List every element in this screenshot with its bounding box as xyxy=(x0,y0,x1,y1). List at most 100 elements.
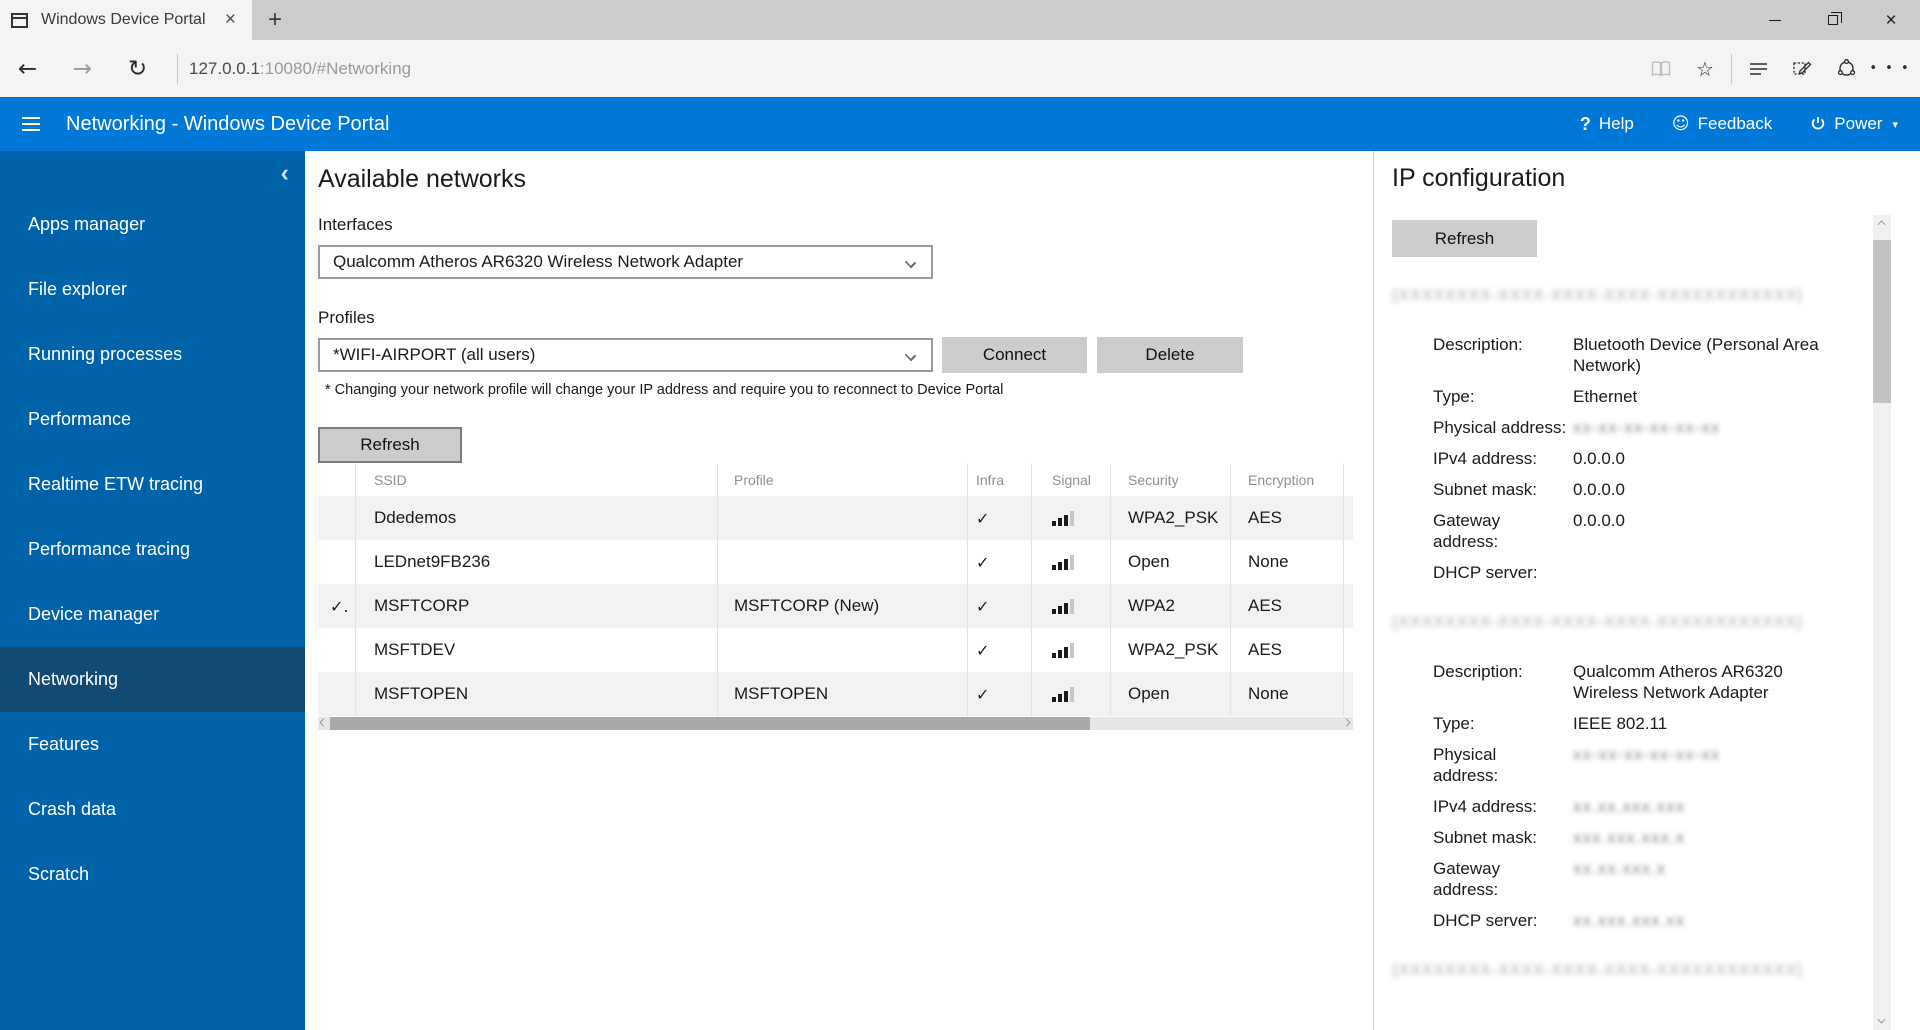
vertical-scrollbar-thumb[interactable] xyxy=(1873,240,1891,403)
sidebar-item-performance-tracing[interactable]: Performance tracing xyxy=(0,517,305,582)
browser-tab[interactable]: Windows Device Portal × xyxy=(0,0,252,40)
ip-configuration-title: IP configuration xyxy=(1392,164,1566,192)
encryption-cell: AES xyxy=(1231,628,1344,672)
header-actions: ? Help ☺ Feedback Power ▾ xyxy=(1580,97,1898,151)
sidebar-item-apps-manager[interactable]: Apps manager xyxy=(0,192,305,257)
field-value: 0.0.0.0 xyxy=(1573,480,1625,499)
infra-check-icon: ✓ xyxy=(976,684,990,704)
sidebar-item-realtime-etw-tracing[interactable]: Realtime ETW tracing xyxy=(0,452,305,517)
field-value: Ethernet xyxy=(1573,387,1638,406)
interfaces-select[interactable]: Qualcomm Atheros AR6320 Wireless Network… xyxy=(318,245,933,279)
sidebar-item-scratch[interactable]: Scratch xyxy=(0,842,305,907)
device-portal-favicon-icon xyxy=(11,12,28,28)
column-header-security: Security xyxy=(1111,463,1231,496)
sidebar-item-performance[interactable]: Performance xyxy=(0,387,305,452)
refresh-networks-button[interactable]: Refresh xyxy=(318,427,462,463)
tab-bar: Windows Device Portal × + × xyxy=(0,0,1920,40)
back-button[interactable]: ← xyxy=(0,56,55,82)
profile-cell xyxy=(718,628,968,672)
refresh-ip-button[interactable]: Refresh xyxy=(1392,220,1537,257)
column-header-profile: Profile xyxy=(718,463,968,496)
profile-cell xyxy=(718,540,968,584)
field-label: Subnet mask: xyxy=(1433,828,1537,847)
power-icon xyxy=(1812,117,1825,130)
field-value: 0.0.0.0 xyxy=(1573,449,1625,468)
sidebar-item-device-manager[interactable]: Device manager xyxy=(0,582,305,647)
profiles-select[interactable]: *WIFI-AIRPORT (all users) xyxy=(318,338,933,372)
profile-cell: MSFTCORP (New) xyxy=(718,584,968,628)
restore-button[interactable] xyxy=(1804,0,1862,40)
networks-table-header: SSID Profile Infra Signal Security Encry… xyxy=(318,463,1353,496)
adapter-block-qualcomm: Description: Qualcomm Atheros AR6320 Wire… xyxy=(1392,656,1862,936)
new-tab-button[interactable]: + xyxy=(252,0,298,40)
more-actions-button[interactable]: • • • xyxy=(1868,61,1912,76)
field-value-redacted: xx.xx.xxx.xxx xyxy=(1573,797,1686,816)
sidebar-item-label: Running processes xyxy=(28,344,183,364)
table-row-lednet9fb236[interactable]: LEDnet9FB236 ✓ Open None xyxy=(318,540,1353,584)
field-value: 0.0.0.0 xyxy=(1573,511,1625,530)
help-button[interactable]: ? Help xyxy=(1580,114,1634,135)
browser-window: Windows Device Portal × + × ← → ↻ 127.0.… xyxy=(0,0,1920,1030)
ip-panel-scrollbar[interactable] xyxy=(1873,215,1891,1030)
infra-check-icon: ✓ xyxy=(976,508,990,528)
field-label: Physical address: xyxy=(1433,745,1499,785)
feedback-label: Feedback xyxy=(1697,114,1773,133)
tab-close-icon[interactable]: × xyxy=(217,9,244,31)
sidebar-item-file-explorer[interactable]: File explorer xyxy=(0,257,305,322)
refresh-button[interactable]: ↻ xyxy=(110,56,165,82)
restore-icon xyxy=(1828,12,1842,25)
sidebar-item-label: Crash data xyxy=(28,799,117,819)
column-header-ssid: SSID xyxy=(356,463,718,496)
address-bar-actions: ☆ • • • xyxy=(1639,40,1912,97)
hub-button[interactable] xyxy=(1736,62,1780,76)
networks-table: SSID Profile Infra Signal Security Encry… xyxy=(318,463,1353,716)
interfaces-selected-value: Qualcomm Atheros AR6320 Wireless Network… xyxy=(333,252,744,271)
profiles-label: Profiles xyxy=(318,308,375,327)
web-note-button[interactable] xyxy=(1780,59,1824,78)
table-row-msftopen[interactable]: MSFTOPEN MSFTOPEN ✓ Open None xyxy=(318,672,1353,716)
table-horizontal-scrollbar[interactable] xyxy=(318,717,1353,730)
scroll-left-icon[interactable] xyxy=(319,718,328,727)
favorites-button[interactable]: ☆ xyxy=(1683,57,1727,81)
table-row-ddedemos[interactable]: Ddedemos ✓ WPA2_PSK AES xyxy=(318,496,1353,540)
power-button[interactable]: Power ▾ xyxy=(1810,114,1898,134)
horizontal-scrollbar-thumb[interactable] xyxy=(330,717,1090,730)
table-row-msftdev[interactable]: MSFTDEV ✓ WPA2_PSK AES xyxy=(318,628,1353,672)
minimize-button[interactable] xyxy=(1746,0,1804,40)
delete-button[interactable]: Delete xyxy=(1097,337,1243,373)
scroll-up-icon[interactable] xyxy=(1877,220,1886,229)
share-button[interactable] xyxy=(1824,59,1868,78)
url-field[interactable]: 127.0.0.1:10080/#Networking xyxy=(189,59,411,79)
adapter-guid-redacted: {XXXXXXXX-XXXX-XXXX-XXXX-XXXXXXXXXXXX} xyxy=(1392,962,1804,979)
encryption-cell: None xyxy=(1231,540,1344,584)
security-cell: Open xyxy=(1111,672,1231,716)
scroll-down-icon[interactable] xyxy=(1877,1015,1886,1024)
profile-cell: MSFTOPEN xyxy=(718,672,968,716)
sidebar-item-crash-data[interactable]: Crash data xyxy=(0,777,305,842)
reading-view-button[interactable] xyxy=(1639,60,1683,77)
scroll-right-icon[interactable] xyxy=(1342,718,1351,727)
forward-button[interactable]: → xyxy=(55,56,110,82)
encryption-cell: AES xyxy=(1231,496,1344,540)
close-button[interactable]: × xyxy=(1862,0,1920,40)
address-divider-2 xyxy=(1731,53,1732,84)
table-row-msftcorp[interactable]: ✓. MSFTCORP MSFTCORP (New) ✓ WPA2 AES xyxy=(318,584,1353,628)
feedback-button[interactable]: ☺ Feedback xyxy=(1672,114,1772,134)
sidebar-collapse-icon[interactable]: ‹ xyxy=(281,161,289,186)
minimize-icon xyxy=(1769,19,1781,21)
address-bar: ← → ↻ 127.0.0.1:10080/#Networking ☆ • • … xyxy=(0,40,1920,97)
ssid-cell: LEDnet9FB236 xyxy=(356,540,718,584)
sidebar-item-running-processes[interactable]: Running processes xyxy=(0,322,305,387)
address-divider xyxy=(177,53,178,84)
column-header-encryption: Encryption xyxy=(1231,463,1344,496)
sidebar-item-label: Networking xyxy=(28,669,119,689)
sidebar-item-networking[interactable]: Networking xyxy=(0,647,305,712)
field-value-redacted: xx-xx-xx-xx-xx-xx xyxy=(1573,418,1721,437)
sidebar-item-features[interactable]: Features xyxy=(0,712,305,777)
chevron-down-icon xyxy=(904,349,917,362)
field-label: Type: xyxy=(1433,714,1475,733)
signal-bars-icon xyxy=(1052,598,1074,614)
menu-button[interactable] xyxy=(22,117,40,131)
row-selected-icon: ✓. xyxy=(330,596,349,616)
connect-button[interactable]: Connect xyxy=(942,337,1087,373)
